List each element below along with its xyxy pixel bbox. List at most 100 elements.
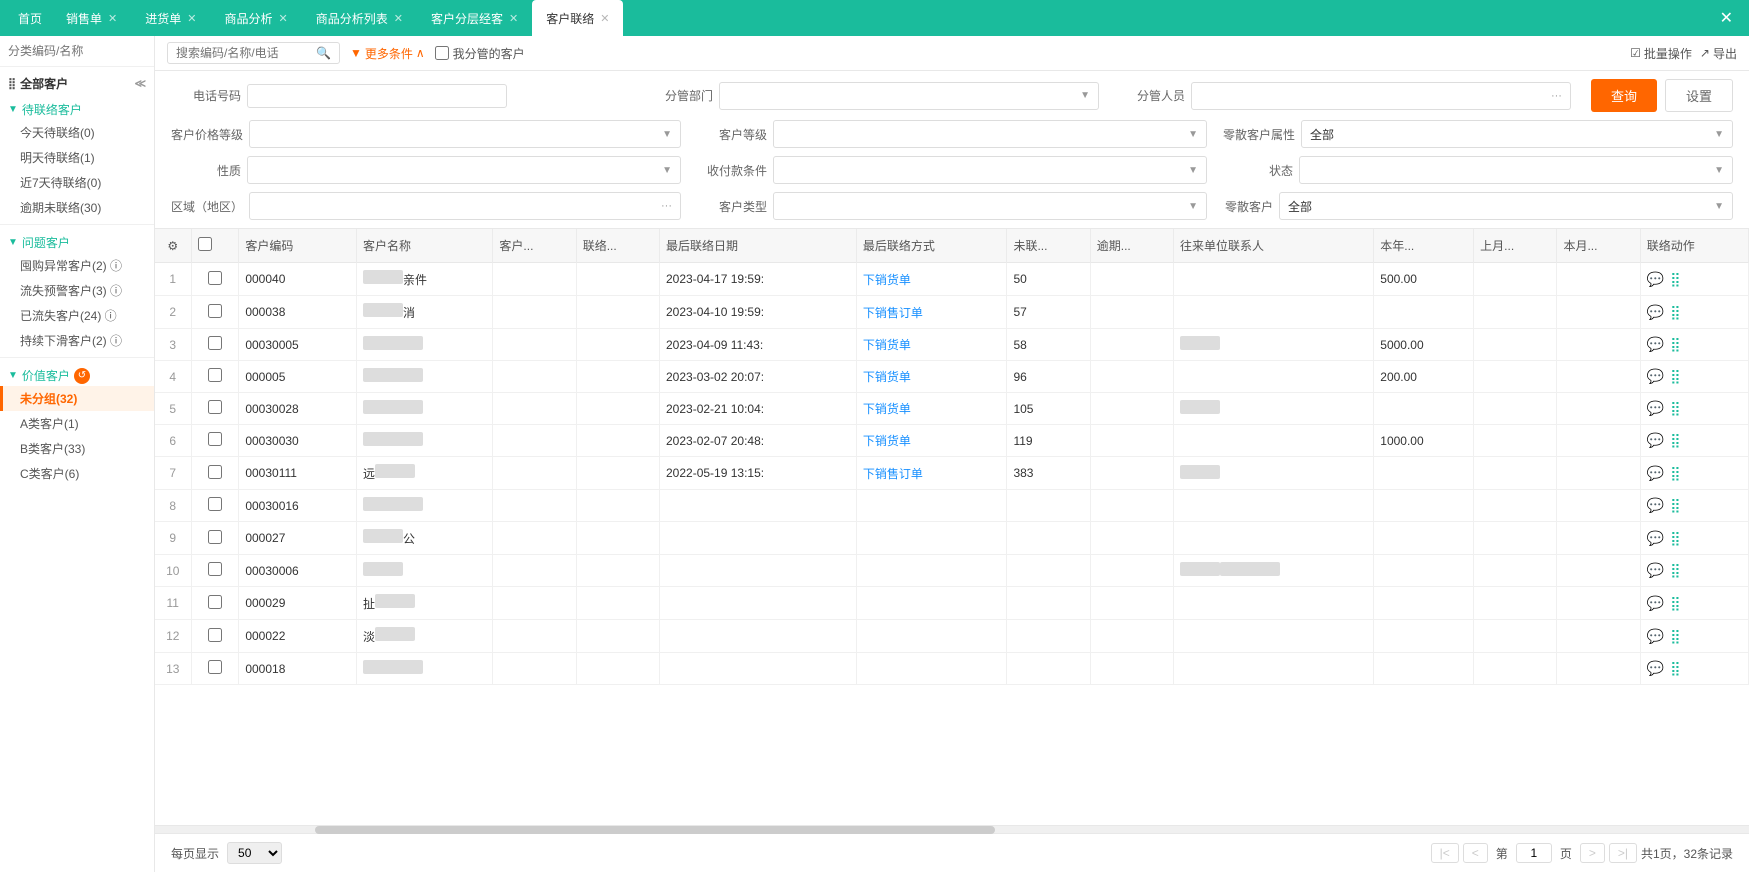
group-pending-contact[interactable]: ▼ 待联络客户 bbox=[0, 96, 154, 120]
row-checkbox[interactable] bbox=[208, 628, 222, 642]
first-page-btn[interactable]: |< bbox=[1431, 843, 1459, 863]
grid-action-icon[interactable]: ⣿ bbox=[1670, 400, 1680, 417]
page-size-select[interactable]: 50 100 200 bbox=[227, 842, 282, 864]
sidebar-item-churned[interactable]: 已流失客户(24) ⓘ bbox=[0, 303, 154, 328]
tab-analysis[interactable]: 商品分析 ✕ bbox=[210, 0, 301, 36]
sidebar-item-tomorrow[interactable]: 明天待联络(1) bbox=[0, 145, 154, 170]
phone-input[interactable] bbox=[247, 84, 507, 108]
message-icon[interactable]: 💬 bbox=[1647, 465, 1664, 482]
message-icon[interactable]: 💬 bbox=[1647, 562, 1664, 579]
grid-action-icon[interactable]: ⣿ bbox=[1670, 628, 1680, 645]
sidebar-item-overdue[interactable]: 逾期未联络(30) bbox=[0, 195, 154, 220]
grid-action-icon[interactable]: ⣿ bbox=[1670, 562, 1680, 579]
row-checkbox[interactable] bbox=[208, 660, 222, 674]
message-icon[interactable]: 💬 bbox=[1647, 432, 1664, 449]
message-icon[interactable]: 💬 bbox=[1647, 368, 1664, 385]
message-icon[interactable]: 💬 bbox=[1647, 336, 1664, 353]
message-icon[interactable]: 💬 bbox=[1647, 304, 1664, 321]
grid-action-icon[interactable]: ⣿ bbox=[1670, 368, 1680, 385]
last-page-btn[interactable]: >| bbox=[1609, 843, 1637, 863]
region-select[interactable]: ··· bbox=[249, 192, 681, 220]
code-column-header[interactable]: 客户编码 bbox=[239, 229, 357, 263]
grid-action-icon[interactable]: ⣿ bbox=[1670, 336, 1680, 353]
reset-button[interactable]: 设置 bbox=[1665, 79, 1733, 112]
tab-purchase[interactable]: 进货单 ✕ bbox=[131, 0, 210, 36]
row-checkbox[interactable] bbox=[208, 432, 222, 446]
method-link[interactable]: 下销货单 bbox=[863, 273, 911, 287]
last-method-col-header[interactable]: 最后联络方式 bbox=[856, 229, 1007, 263]
tab-analysis-list[interactable]: 商品分析列表 ✕ bbox=[302, 0, 417, 36]
tab-customer-contact[interactable]: 客户联络 ✕ bbox=[532, 0, 623, 36]
my-customers-checkbox[interactable] bbox=[435, 46, 449, 60]
sidebar-search-input[interactable] bbox=[8, 44, 155, 58]
message-icon[interactable]: 💬 bbox=[1647, 530, 1664, 547]
contact-col-header[interactable]: 联络... bbox=[576, 229, 659, 263]
grade-select[interactable]: ▼ bbox=[773, 120, 1207, 148]
tab-customer-tier-close[interactable]: ✕ bbox=[509, 12, 518, 25]
manager-select[interactable]: ··· bbox=[1191, 82, 1571, 110]
tab-sales-close[interactable]: ✕ bbox=[108, 12, 117, 25]
row-checkbox[interactable] bbox=[208, 465, 222, 479]
grid-action-icon[interactable]: ⣿ bbox=[1670, 660, 1680, 677]
settings-column-header[interactable]: ⚙ bbox=[155, 229, 191, 263]
message-icon[interactable]: 💬 bbox=[1647, 595, 1664, 612]
export-btn[interactable]: ↗ 导出 bbox=[1700, 45, 1737, 62]
grid-action-icon[interactable]: ⣿ bbox=[1670, 271, 1680, 288]
sidebar-item-7days[interactable]: 近7天待联络(0) bbox=[0, 170, 154, 195]
refresh-badge[interactable]: ↺ bbox=[74, 368, 90, 384]
manager-more-icon[interactable]: ··· bbox=[1551, 90, 1562, 102]
more-conditions-btn[interactable]: ▼ 更多条件 ∧ bbox=[350, 45, 425, 62]
my-customers-checkbox-label[interactable]: 我分管的客户 bbox=[435, 45, 525, 62]
grid-action-icon[interactable]: ⣿ bbox=[1670, 432, 1680, 449]
search-input[interactable] bbox=[176, 46, 316, 60]
grid-action-icon[interactable]: ⣿ bbox=[1670, 530, 1680, 547]
grid-action-icon[interactable]: ⣿ bbox=[1670, 497, 1680, 514]
batch-operation-btn[interactable]: ☑ 批量操作 bbox=[1630, 45, 1692, 62]
scrollbar-thumb[interactable] bbox=[315, 826, 995, 834]
tab-customer-contact-close[interactable]: ✕ bbox=[600, 12, 609, 25]
row-checkbox[interactable] bbox=[208, 304, 222, 318]
message-icon[interactable]: 💬 bbox=[1647, 660, 1664, 677]
row-checkbox[interactable] bbox=[208, 271, 222, 285]
row-checkbox[interactable] bbox=[208, 336, 222, 350]
method-link[interactable]: 下销售订单 bbox=[863, 467, 923, 481]
message-icon[interactable]: 💬 bbox=[1647, 271, 1664, 288]
row-checkbox[interactable] bbox=[208, 595, 222, 609]
name-column-header[interactable]: 客户名称 bbox=[356, 229, 492, 263]
window-close-button[interactable]: ✕ bbox=[1712, 8, 1741, 28]
sidebar-item-a-class[interactable]: A类客户(1) bbox=[0, 411, 154, 436]
sidebar-item-declining[interactable]: 持续下滑客户(2) ⓘ bbox=[0, 328, 154, 353]
sidebar-item-b-class[interactable]: B类客户(33) bbox=[0, 436, 154, 461]
search-submit-icon[interactable]: 🔍 bbox=[316, 46, 331, 60]
last-date-col-header[interactable]: 最后联络日期 bbox=[660, 229, 857, 263]
all-customers-header[interactable]: ⣿ 全部客户 ≪ bbox=[0, 67, 154, 96]
collapse-icon[interactable]: ≪ bbox=[134, 77, 146, 90]
grid-action-icon[interactable]: ⣿ bbox=[1670, 595, 1680, 612]
retail-select[interactable]: 全部 ▼ bbox=[1279, 192, 1733, 220]
method-link[interactable]: 下销售订单 bbox=[863, 306, 923, 320]
method-link[interactable]: 下销货单 bbox=[863, 402, 911, 416]
page-number-input[interactable] bbox=[1516, 843, 1552, 863]
horizontal-scrollbar[interactable] bbox=[155, 825, 1749, 833]
message-icon[interactable]: 💬 bbox=[1647, 628, 1664, 645]
message-icon[interactable]: 💬 bbox=[1647, 497, 1664, 514]
overdue-col-header[interactable]: 逾期... bbox=[1090, 229, 1173, 263]
tab-home[interactable]: 首页 bbox=[8, 0, 52, 36]
sidebar-item-today[interactable]: 今天待联络(0) bbox=[0, 120, 154, 145]
status-select[interactable]: ▼ bbox=[1299, 156, 1733, 184]
sidebar-item-ungroup[interactable]: 未分组(32) bbox=[0, 386, 154, 411]
retail-attr-select[interactable]: 全部 ▼ bbox=[1301, 120, 1733, 148]
row-checkbox[interactable] bbox=[208, 530, 222, 544]
row-checkbox[interactable] bbox=[208, 368, 222, 382]
group-problem-customers[interactable]: ▼ 问题客户 bbox=[0, 229, 154, 253]
next-page-btn[interactable]: > bbox=[1580, 843, 1605, 863]
row-checkbox[interactable] bbox=[208, 562, 222, 576]
row-checkbox[interactable] bbox=[208, 400, 222, 414]
customer-type-select[interactable]: ▼ bbox=[773, 192, 1207, 220]
sidebar-item-hoarding[interactable]: 囤购异常客户(2) ⓘ bbox=[0, 253, 154, 278]
sidebar-item-c-class[interactable]: C类客户(6) bbox=[0, 461, 154, 486]
tab-sales[interactable]: 销售单 ✕ bbox=[52, 0, 131, 36]
tab-customer-tier[interactable]: 客户分层经客 ✕ bbox=[417, 0, 532, 36]
sidebar-item-churn-warning[interactable]: 流失预警客户(3) ⓘ bbox=[0, 278, 154, 303]
partner-contact-col-header[interactable]: 往来单位联系人 bbox=[1174, 229, 1374, 263]
